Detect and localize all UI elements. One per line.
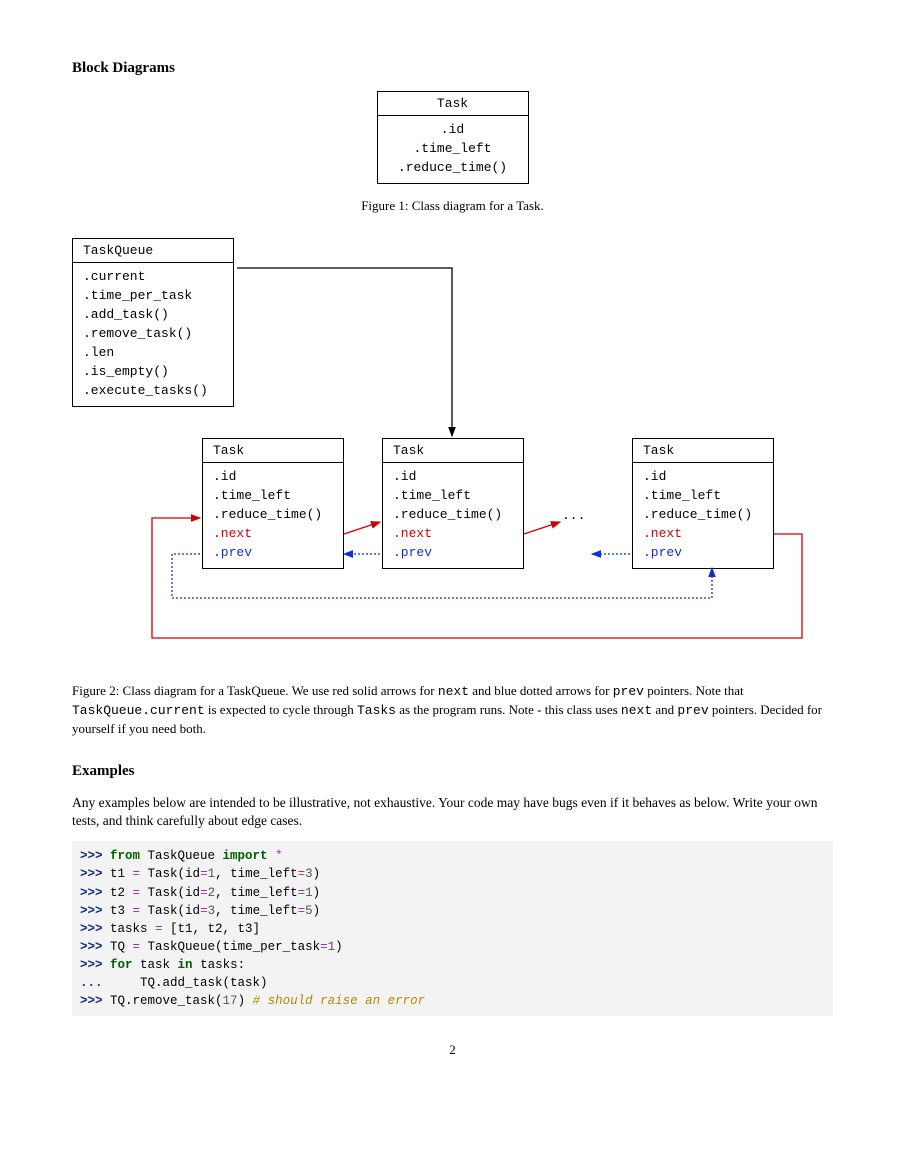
task-node-prev: .prev <box>213 543 333 562</box>
task-node-title: Task <box>203 439 343 463</box>
task-node-member: .reduce_time() <box>393 505 513 524</box>
caption-code: next <box>438 684 469 699</box>
task-node-body: .id .time_left .reduce_time() .next .pre… <box>203 463 343 568</box>
task-member: .reduce_time() <box>388 158 518 177</box>
heading-examples: Examples <box>72 763 833 780</box>
taskqueue-class-body: .current .time_per_task .add_task() .rem… <box>73 263 233 406</box>
caption-code: Tasks <box>357 703 396 718</box>
task-member: .id <box>388 120 518 139</box>
task-node-next: .next <box>213 524 333 543</box>
figure-2: TaskQueue .current .time_per_task .add_t… <box>72 238 832 668</box>
taskqueue-member: .remove_task() <box>83 324 223 343</box>
task-member: .time_left <box>388 139 518 158</box>
taskqueue-member: .add_task() <box>83 305 223 324</box>
task-node-2: Task .id .time_left .reduce_time() .next… <box>382 438 524 569</box>
caption-text: as the program runs. Note - this class u… <box>396 702 621 717</box>
task-node-body: .id .time_left .reduce_time() .next .pre… <box>383 463 523 568</box>
caption-code: TaskQueue.current <box>72 703 205 718</box>
figure-2-caption: Figure 2: Class diagram for a TaskQueue.… <box>72 682 833 739</box>
examples-intro: Any examples below are intended to be il… <box>72 794 833 832</box>
taskqueue-member: .len <box>83 343 223 362</box>
caption-code: prev <box>677 703 708 718</box>
task-node-member: .time_left <box>393 486 513 505</box>
task-node-member: .id <box>393 467 513 486</box>
task-node-member: .id <box>643 467 763 486</box>
caption-text: and <box>652 702 677 717</box>
taskqueue-member: .time_per_task <box>83 286 223 305</box>
task-node-title: Task <box>383 439 523 463</box>
heading-block-diagrams: Block Diagrams <box>72 60 833 77</box>
caption-text: and blue dotted arrows for <box>469 683 613 698</box>
task-node-3: Task .id .time_left .reduce_time() .next… <box>632 438 774 569</box>
ellipsis: ... <box>562 508 585 523</box>
caption-text: Figure 2: Class diagram for a TaskQueue.… <box>72 683 438 698</box>
code-block: >>> from TaskQueue import * >>> t1 = Tas… <box>72 841 833 1016</box>
task-node-member: .reduce_time() <box>643 505 763 524</box>
page-number: 2 <box>72 1042 833 1058</box>
task-node-member: .time_left <box>643 486 763 505</box>
task-node-member: .time_left <box>213 486 333 505</box>
task-node-next: .next <box>643 524 763 543</box>
task-node-member: .id <box>213 467 333 486</box>
task-node-title: Task <box>633 439 773 463</box>
caption-text: is expected to cycle through <box>205 702 357 717</box>
task-node-prev: .prev <box>393 543 513 562</box>
caption-code: prev <box>613 684 644 699</box>
caption-code: next <box>621 703 652 718</box>
task-class-title: Task <box>378 92 528 116</box>
taskqueue-member: .is_empty() <box>83 362 223 381</box>
figure-1: Task .id .time_left .reduce_time() <box>72 91 833 184</box>
caption-text: pointers. Note that <box>644 683 744 698</box>
task-node-prev: .prev <box>643 543 763 562</box>
taskqueue-member: .current <box>83 267 223 286</box>
taskqueue-class-title: TaskQueue <box>73 239 233 263</box>
figure-1-caption: Figure 1: Class diagram for a Task. <box>72 198 833 214</box>
task-node-member: .reduce_time() <box>213 505 333 524</box>
taskqueue-member: .execute_tasks() <box>83 381 223 400</box>
task-node-body: .id .time_left .reduce_time() .next .pre… <box>633 463 773 568</box>
task-class-body: .id .time_left .reduce_time() <box>378 116 528 183</box>
task-node-next: .next <box>393 524 513 543</box>
task-class-box: Task .id .time_left .reduce_time() <box>377 91 529 184</box>
task-node-1: Task .id .time_left .reduce_time() .next… <box>202 438 344 569</box>
taskqueue-class-box: TaskQueue .current .time_per_task .add_t… <box>72 238 234 407</box>
